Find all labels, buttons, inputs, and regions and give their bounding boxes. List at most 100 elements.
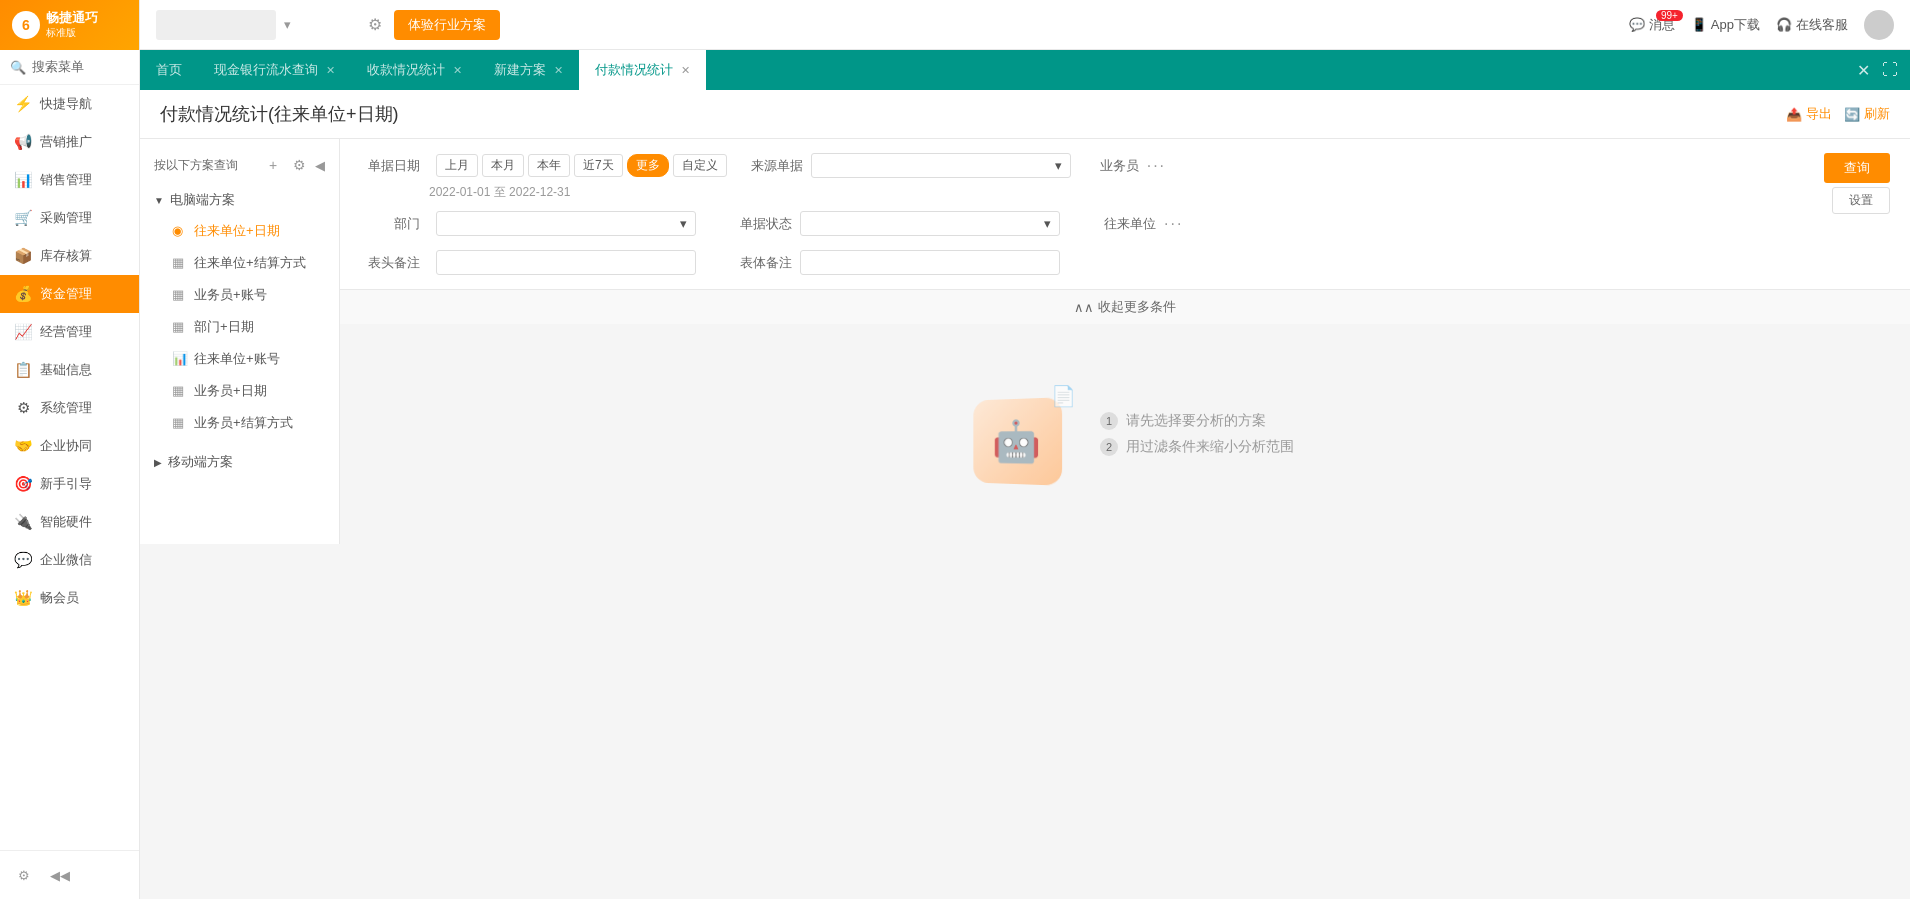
tab-bank-flow-label: 现金银行流水查询 [214, 61, 318, 79]
topbar-settings-icon[interactable]: ⚙ [368, 15, 382, 34]
scheme-dept-date-label: 部门+日期 [194, 318, 254, 336]
desktop-group-title[interactable]: ▼ 电脑端方案 [140, 185, 339, 215]
scheme-panel-header: 按以下方案查询 + ⚙ ◀ [140, 151, 339, 185]
collapse-more-btn[interactable]: ∧∧ 收起更多条件 [340, 289, 1910, 324]
sidebar-item-guide[interactable]: 🎯 新手引导 [0, 465, 139, 503]
guide-icon: 🎯 [14, 475, 32, 493]
tab-new-scheme-close[interactable]: ✕ [554, 64, 563, 77]
sidebar-item-sales[interactable]: 📊 销售管理 [0, 161, 139, 199]
body-note-input[interactable] [800, 250, 1060, 275]
sidebar-item-enterprise[interactable]: 🤝 企业协同 [0, 427, 139, 465]
scheme-icon: ▦ [172, 255, 188, 271]
source-select[interactable]: ▾ [811, 153, 1071, 178]
scheme-icon: ▦ [172, 383, 188, 399]
topbar-dropdown-icon[interactable]: ▾ [284, 17, 291, 32]
scheme-panel-title: 按以下方案查询 [154, 157, 238, 174]
header-note-input[interactable] [436, 250, 696, 275]
query-btn[interactable]: 查询 [1824, 153, 1890, 183]
scheme-staff-settle[interactable]: ▦ 业务员+结算方式 [140, 407, 339, 439]
app-download-btn[interactable]: 📱 App下载 [1691, 16, 1760, 34]
date-btn-more[interactable]: 更多 [627, 154, 669, 177]
sidebar-item-operations[interactable]: 📈 经营管理 [0, 313, 139, 351]
scheme-icon: ▦ [172, 415, 188, 431]
tab-receivable[interactable]: 收款情况统计 ✕ [351, 50, 478, 90]
filter-settings-btn[interactable]: 设置 [1832, 187, 1890, 214]
refresh-btn[interactable]: 🔄 刷新 [1844, 105, 1890, 123]
export-btn[interactable]: 📤 导出 [1786, 105, 1832, 123]
voucher-status-select[interactable]: ▾ [800, 211, 1060, 236]
dept-select[interactable]: ▾ [436, 211, 696, 236]
scheme-icon: ▦ [172, 287, 188, 303]
scheme-collapse-btn[interactable]: ◀ [315, 158, 325, 173]
user-avatar[interactable] [1864, 10, 1894, 40]
online-service-btn[interactable]: 🎧 在线客服 [1776, 16, 1848, 34]
sidebar-item-finance[interactable]: 💰 资金管理 [0, 275, 139, 313]
app-edition: 标准版 [46, 26, 98, 40]
search-menu[interactable]: 🔍 搜索菜单 [0, 50, 139, 85]
scheme-settings-btn[interactable]: ⚙ [289, 155, 309, 175]
sidebar-item-hardware[interactable]: 🔌 智能硬件 [0, 503, 139, 541]
date-btn-last-7[interactable]: 近7天 [574, 154, 623, 177]
scheme-unit-account-label: 往来单位+账号 [194, 350, 280, 368]
scheme-staff-date-label: 业务员+日期 [194, 382, 267, 400]
sidebar-collapse-btn[interactable]: ◀◀ [46, 861, 74, 889]
date-btn-custom[interactable]: 自定义 [673, 154, 727, 177]
tab-payment-stats[interactable]: 付款情况统计 ✕ [579, 50, 706, 90]
notifications-btn[interactable]: 💬 消息 99+ [1629, 16, 1675, 34]
sidebar-item-system[interactable]: ⚙ 系统管理 [0, 389, 139, 427]
date-btn-this-month[interactable]: 本月 [482, 154, 524, 177]
sidebar-item-marketing[interactable]: 📢 营销推广 [0, 123, 139, 161]
scheme-staff-date[interactable]: ▦ 业务员+日期 [140, 375, 339, 407]
scheme-unit-account[interactable]: 📊 往来单位+账号 [140, 343, 339, 375]
chevron-up-icon: ∧∧ [1074, 300, 1094, 315]
scheme-icon: ▦ [172, 319, 188, 335]
tabbar: 首页 现金银行流水查询 ✕ 收款情况统计 ✕ 新建方案 ✕ 付款情况统计 ✕ ✕… [140, 50, 1910, 90]
online-service-label: 在线客服 [1796, 16, 1848, 34]
purchase-icon: 🛒 [14, 209, 32, 227]
sales-icon: 📊 [14, 171, 32, 189]
topbar: ▾ ⚙ 体验行业方案 💬 消息 99+ 📱 App下载 🎧 在线客服 [140, 0, 1910, 50]
tab-bank-flow-close[interactable]: ✕ [326, 64, 335, 77]
select-chevron-icon: ▾ [1055, 158, 1062, 173]
empty-state: 🤖 📄 1 请先选择要分析的方案 2 [936, 324, 1314, 544]
sidebar-item-inventory[interactable]: 📦 库存核算 [0, 237, 139, 275]
tab-new-scheme[interactable]: 新建方案 ✕ [478, 50, 579, 90]
sidebar-item-wechat[interactable]: 💬 企业微信 [0, 541, 139, 579]
search-menu-label: 搜索菜单 [32, 58, 84, 76]
tip-num-1: 1 [1100, 412, 1118, 430]
scheme-unit-date[interactable]: ◉ 往来单位+日期 [140, 215, 339, 247]
message-icon: 💬 [1629, 17, 1645, 32]
tab-bank-flow[interactable]: 现金银行流水查询 ✕ [198, 50, 351, 90]
tab-receivable-close[interactable]: ✕ [453, 64, 462, 77]
sidebar-settings-btn[interactable]: ⚙ [10, 861, 38, 889]
sidebar-item-quick-nav[interactable]: ⚡ 快捷导航 [0, 85, 139, 123]
sidebar-item-member[interactable]: 👑 畅会员 [0, 579, 139, 617]
trial-btn[interactable]: 体验行业方案 [394, 10, 500, 40]
staff-dots-btn[interactable]: ··· [1147, 157, 1166, 175]
scheme-add-btn[interactable]: + [263, 155, 283, 175]
chevron-right-icon: ▶ [154, 457, 162, 468]
mobile-group-title[interactable]: ▶ 移动端方案 [140, 447, 339, 477]
date-btn-last-month[interactable]: 上月 [436, 154, 478, 177]
empty-paper-icon: 📄 [1051, 384, 1076, 408]
related-unit-label: 往来单位 [1096, 215, 1156, 233]
source-filter-label: 来源单据 [743, 157, 803, 175]
brand-avatar [156, 10, 276, 40]
tab-home[interactable]: 首页 [140, 50, 198, 90]
tab-expand-btn[interactable]: ⛶ [1878, 57, 1902, 83]
scheme-unit-settle[interactable]: ▦ 往来单位+结算方式 [140, 247, 339, 279]
sidebar-item-purchase[interactable]: 🛒 采购管理 [0, 199, 139, 237]
filter-row-2: 部门 ▾ 单据状态 ▾ [360, 211, 1808, 236]
sidebar-item-label: 企业微信 [40, 551, 92, 569]
sidebar-item-basics[interactable]: 📋 基础信息 [0, 351, 139, 389]
notifications-badge: 99+ [1656, 10, 1683, 21]
related-unit-dots-btn[interactable]: ··· [1164, 215, 1183, 233]
scheme-panel-actions: + ⚙ ◀ [263, 155, 325, 175]
collapse-more-label: 收起更多条件 [1098, 298, 1176, 316]
date-btn-this-year[interactable]: 本年 [528, 154, 570, 177]
tab-close-all-btn[interactable]: ✕ [1853, 57, 1874, 84]
tab-payment-stats-close[interactable]: ✕ [681, 64, 690, 77]
scheme-staff-account[interactable]: ▦ 业务员+账号 [140, 279, 339, 311]
scheme-dept-date[interactable]: ▦ 部门+日期 [140, 311, 339, 343]
sidebar-item-label: 库存核算 [40, 247, 92, 265]
